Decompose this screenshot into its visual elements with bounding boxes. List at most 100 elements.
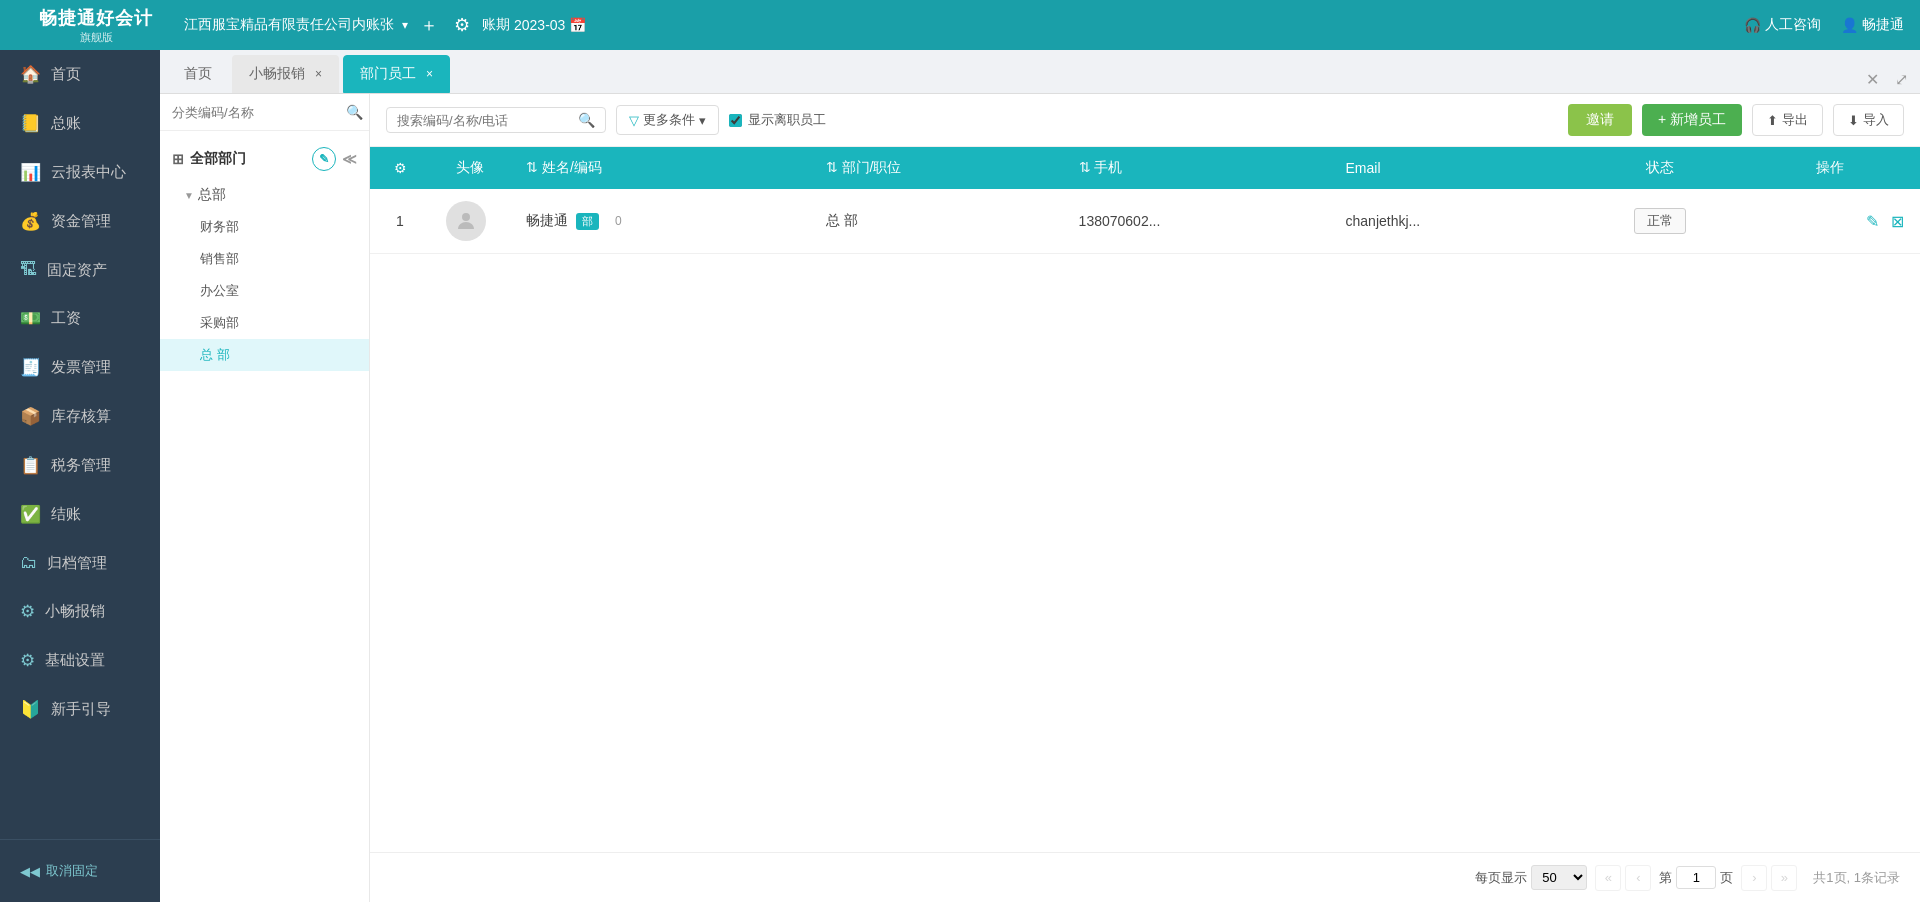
col-email: Email [1330,147,1580,189]
logout-button[interactable]: ⊠ [1891,212,1904,231]
prev-page-button[interactable]: ‹ [1625,865,1651,891]
sidebar-item-inventory[interactable]: 📦 库存核算 [0,392,160,441]
sidebar-item-home[interactable]: 🏠 首页 [0,50,160,99]
dept-general[interactable]: 总 部 [160,339,369,371]
employee-search-icon[interactable]: 🔍 [578,112,595,128]
add-button[interactable]: ＋ [420,13,438,37]
period-value[interactable]: 2023-03 [514,17,565,33]
show-resigned-label[interactable]: 显示离职员工 [748,111,826,129]
import-button[interactable]: ⬇ 导入 [1833,104,1904,136]
export-button[interactable]: ⬆ 导出 [1752,104,1823,136]
show-resigned-checkbox[interactable] [729,114,742,127]
svg-point-0 [462,213,470,221]
pagination: 每页显示 10 20 50 100 « ‹ 第 [370,852,1920,902]
toolbar-right: 邀请 + 新增员工 ⬆ 导出 ⬇ 导入 [1568,104,1904,136]
filter-button[interactable]: ▽ 更多条件 ▾ [616,105,719,135]
logo-area: 畅捷通好会计 旗舰版 [16,6,176,45]
row-name-cell: 畅捷通 部 0 [510,189,810,254]
sidebar-item-guide[interactable]: 🔰 新手引导 [0,685,160,734]
dept-office[interactable]: 办公室 [160,275,369,307]
dept-finance[interactable]: 财务部 [160,211,369,243]
sidebar-label-closing: 结账 [51,505,81,524]
dept-hq[interactable]: ▼ 总部 [160,179,369,211]
pin-button[interactable]: ◀◀ 取消固定 [0,852,160,890]
sidebar-item-expenses[interactable]: ⚙ 小畅报销 [0,587,160,636]
table-row: 1 [370,189,1920,254]
sidebar-item-ledger[interactable]: 📒 总账 [0,99,160,148]
calendar-icon[interactable]: 📅 [569,17,586,33]
edit-button[interactable]: ✎ [1866,212,1879,231]
tab-expenses[interactable]: 小畅报销 × [232,55,339,93]
col-settings[interactable]: ⚙ [370,147,430,189]
employee-search-input[interactable] [397,113,572,128]
dept-tree: ⊞ 全部部门 ✎ ≪ ▼ 总部 财务部 销 [160,131,369,902]
dept-root[interactable]: ⊞ 全部部门 ✎ ≪ [160,139,369,179]
show-resigned-area: 显示离职员工 [729,111,826,129]
sidebar-item-invoices[interactable]: 🧾 发票管理 [0,343,160,392]
add-employee-button[interactable]: + 新增员工 [1642,104,1742,136]
sidebar-item-settings[interactable]: ⚙ 基础设置 [0,636,160,685]
sidebar-bottom: ◀◀ 取消固定 [0,839,160,902]
first-page-button[interactable]: « [1595,865,1621,891]
dept-hq-label: 总部 [198,186,226,204]
tab-home[interactable]: 首页 [168,55,228,93]
table-container: ⚙ 头像 ⇅ 姓名/编码 ⇅ 部门/职位 ⇅ 手机 Email 状态 操作 [370,147,1920,852]
sidebar-label-ledger: 总账 [51,114,81,133]
headset-icon: 🎧 [1744,17,1761,33]
dept-root-label: 全部部门 [190,150,246,168]
col-phone[interactable]: ⇅ 手机 [1063,147,1330,189]
dept-edit-icon[interactable]: ✎ [312,147,336,171]
import-icon: ⬇ [1848,113,1859,128]
search-box: 🔍 [386,107,606,133]
dept-search-input[interactable] [172,105,340,120]
period-label: 账期 [482,16,510,34]
col-dept[interactable]: ⇅ 部门/职位 [810,147,1063,189]
table-header-row: ⚙ 头像 ⇅ 姓名/编码 ⇅ 部门/职位 ⇅ 手机 Email 状态 操作 [370,147,1920,189]
sidebar-item-assets-mgmt[interactable]: 💰 资金管理 [0,197,160,246]
sidebar-item-closing[interactable]: ✅ 结账 [0,490,160,539]
support-btn[interactable]: 🎧 人工咨询 [1744,16,1821,34]
sidebar-label-settings: 基础设置 [45,651,105,670]
content-area: 首页 小畅报销 × 部门员工 × ✕ ⤢ 🔍 [160,50,1920,902]
header-right: 🎧 人工咨询 👤 畅捷通 [1744,16,1904,34]
row-actions-cell: ✎ ⊠ [1740,189,1920,254]
dept-collapse-icon[interactable]: ≪ [342,151,357,167]
invite-button[interactable]: 邀请 [1568,104,1632,136]
tab-expand-icon[interactable]: ⤢ [1891,66,1912,93]
user-name: 畅捷通 [1862,16,1904,34]
sidebar-item-reports[interactable]: 📊 云报表中心 [0,148,160,197]
user-avatar-icon: 👤 [1841,17,1858,33]
dept-purchase[interactable]: 采购部 [160,307,369,339]
tab-employees[interactable]: 部门员工 × [343,55,450,93]
export-label: 导出 [1782,111,1808,129]
app-subtitle: 旗舰版 [80,30,113,45]
page-size-select[interactable]: 10 20 50 100 [1531,865,1587,890]
guide-icon: 🔰 [20,699,41,720]
dept-general-label: 总 部 [200,347,230,362]
dept-search-icon[interactable]: 🔍 [346,104,363,120]
company-selector[interactable]: 江西服宝精品有限责任公司内账张 ▾ [184,16,408,34]
tab-close-all-icon[interactable]: ✕ [1862,66,1883,93]
employee-table: ⚙ 头像 ⇅ 姓名/编码 ⇅ 部门/职位 ⇅ 手机 Email 状态 操作 [370,147,1920,254]
tab-expenses-close[interactable]: × [315,67,322,81]
invoices-icon: 🧾 [20,357,41,378]
right-panel: 🔍 ▽ 更多条件 ▾ 显示离职员工 邀请 + 新增员工 [370,94,1920,902]
page-input[interactable] [1676,866,1716,889]
period-area: 账期 2023-03 📅 [482,16,586,34]
row-name: 畅捷通 [526,212,568,230]
dept-sales[interactable]: 销售部 [160,243,369,275]
last-page-button[interactable]: » [1771,865,1797,891]
col-name[interactable]: ⇅ 姓名/编码 [510,147,810,189]
sidebar-item-payroll[interactable]: 💵 工资 [0,294,160,343]
company-dropdown-icon[interactable]: ▾ [402,18,408,32]
user-menu[interactable]: 👤 畅捷通 [1841,16,1904,34]
tab-employees-close[interactable]: × [426,67,433,81]
action-buttons: ✎ ⊠ [1756,212,1904,231]
row-status-cell: 正常 [1580,189,1740,254]
next-page-button[interactable]: › [1741,865,1767,891]
sidebar-item-tax[interactable]: 📋 税务管理 [0,441,160,490]
settings-icon[interactable]: ⚙ [454,14,470,36]
sidebar-item-archive[interactable]: 🗂 归档管理 [0,539,160,587]
total-info: 共1页, 1条记录 [1813,869,1900,887]
sidebar-item-fixed-assets[interactable]: 🏗 固定资产 [0,246,160,294]
